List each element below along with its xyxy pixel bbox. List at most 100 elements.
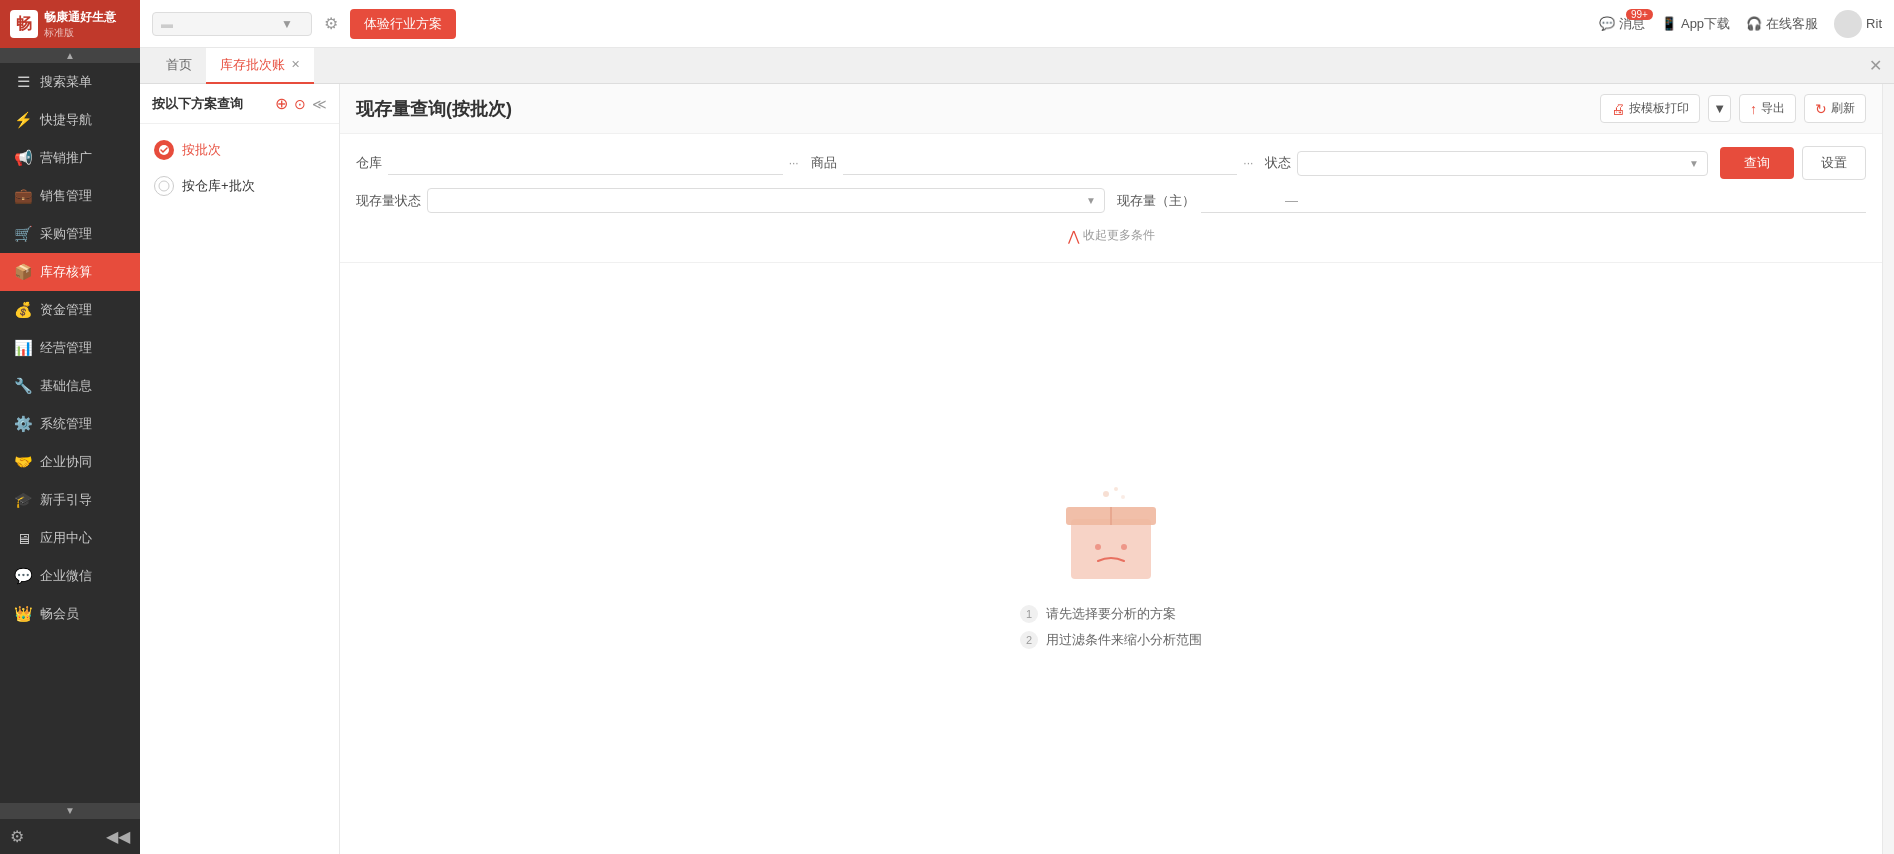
content-area: 按以下方案查询 ⊕ ⊙ ≪ 按批次 按仓库 — [140, 84, 1894, 854]
inventory-status-select[interactable] — [436, 193, 1086, 208]
sidebar-item-wechat[interactable]: 💬 企业微信 — [0, 557, 140, 595]
topbar: ▬ ▼ ⚙ 体验行业方案 💬 消息 99+ 📱 App下载 🎧 在线客服 Ri — [140, 0, 1894, 48]
status-select[interactable] — [1306, 156, 1689, 171]
filter-warehouse: 仓库 ··· — [356, 151, 799, 175]
sidebar-version: 标准版 — [44, 26, 116, 40]
sidebar-item-quicknav[interactable]: ⚡ 快捷导航 — [0, 101, 140, 139]
topbar-gear-icon[interactable]: ⚙ — [320, 10, 342, 37]
filter-inventory-qty: 现存量（主） — — [1117, 189, 1866, 213]
newuser-icon: 🎓 — [14, 491, 32, 509]
scheme-item-warehouse-batch[interactable]: 按仓库+批次 — [140, 168, 339, 204]
app-download-btn[interactable]: 📱 App下载 — [1661, 15, 1730, 33]
message-icon: 💬 — [1599, 16, 1615, 31]
operation-icon: 📊 — [14, 339, 32, 357]
inventory-qty-to[interactable] — [1302, 193, 1382, 208]
empty-steps: 1 请先选择要分析的方案 2 用过滤条件来缩小分析范围 — [1020, 605, 1202, 649]
message-btn[interactable]: 💬 消息 99+ — [1599, 15, 1645, 33]
sidebar-item-member[interactable]: 👑 畅会员 — [0, 595, 140, 633]
print-dropdown[interactable]: ▼ — [1708, 95, 1731, 122]
filter-inventory-status: 现存量状态 ▼ — [356, 188, 1105, 213]
headset-icon: 🎧 — [1746, 16, 1762, 31]
topbar-search-icon: ▬ — [161, 17, 173, 31]
close-tab-right-icon[interactable]: ✕ — [1869, 56, 1882, 75]
empty-illustration — [1051, 469, 1171, 589]
purchase-icon: 🛒 — [14, 225, 32, 243]
sidebar-item-basic[interactable]: 🔧 基础信息 — [0, 367, 140, 405]
sidebar-item-finance[interactable]: 💰 资金管理 — [0, 291, 140, 329]
sidebar-scroll-down[interactable]: ▼ — [0, 803, 140, 818]
online-service-btn[interactable]: 🎧 在线客服 — [1746, 15, 1818, 33]
trial-btn[interactable]: 体验行业方案 — [350, 9, 456, 39]
filter-status: 状态 ▼ — [1265, 151, 1708, 176]
sidebar-scroll-up[interactable]: ▲ — [0, 48, 140, 63]
topbar-search-area: ▬ ▼ — [152, 12, 312, 36]
main-area: ▬ ▼ ⚙ 体验行业方案 💬 消息 99+ 📱 App下载 🎧 在线客服 Ri — [140, 0, 1894, 854]
sidebar-item-search[interactable]: ☰ 搜索菜单 — [0, 63, 140, 101]
settings-icon[interactable]: ⚙ — [10, 827, 24, 846]
status-label: 状态 — [1265, 154, 1291, 172]
sidebar-item-operation[interactable]: 📊 经营管理 — [0, 329, 140, 367]
product-ellipsis[interactable]: ··· — [1243, 156, 1253, 170]
status-select-wrap: ▼ — [1297, 151, 1708, 176]
sidebar-item-label: 畅会员 — [40, 605, 79, 623]
add-scheme-icon[interactable]: ⊕ — [275, 94, 288, 113]
refresh-btn[interactable]: ↻ 刷新 — [1804, 94, 1866, 123]
user-menu[interactable]: Rit — [1834, 10, 1882, 38]
collapse-row[interactable]: ⋀ 收起更多条件 — [356, 221, 1866, 250]
print-btn[interactable]: 🖨 按模板打印 — [1600, 94, 1700, 123]
warehouse-ellipsis[interactable]: ··· — [789, 156, 799, 170]
tab-home[interactable]: 首页 — [152, 48, 206, 84]
sidebar-item-purchase[interactable]: 🛒 采购管理 — [0, 215, 140, 253]
tab-close-icon[interactable]: ✕ — [291, 58, 300, 71]
sidebar-item-system[interactable]: ⚙️ 系统管理 — [0, 405, 140, 443]
sidebar-item-inventory[interactable]: 📦 库存核算 — [0, 253, 140, 291]
filter-row-2: 现存量状态 ▼ 现存量（主） — — [356, 188, 1866, 213]
manage-scheme-icon[interactable]: ⊙ — [294, 96, 306, 112]
sidebar-item-collab[interactable]: 🤝 企业协同 — [0, 443, 140, 481]
inventory-status-select-wrap: ▼ — [427, 188, 1105, 213]
sidebar-item-label: 销售管理 — [40, 187, 92, 205]
collapse-left-icon[interactable]: ≪ — [312, 96, 327, 112]
scheme-item-batch[interactable]: 按批次 — [140, 132, 339, 168]
sidebar-item-label: 库存核算 — [40, 263, 92, 281]
scheme-inactive-icon — [154, 176, 174, 196]
inventory-status-label: 现存量状态 — [356, 192, 421, 210]
topbar-search-input[interactable] — [177, 17, 277, 31]
marketing-icon: 📢 — [14, 149, 32, 167]
warehouse-input[interactable] — [388, 151, 783, 175]
filter-product: 商品 ··· — [811, 151, 1254, 175]
collapse-sidebar-icon[interactable]: ◀◀ — [106, 827, 130, 846]
sidebar-item-label: 营销推广 — [40, 149, 92, 167]
sidebar-item-label: 基础信息 — [40, 377, 92, 395]
basic-icon: 🔧 — [14, 377, 32, 395]
inventory-qty-from[interactable] — [1201, 193, 1281, 208]
svg-point-9 — [1121, 495, 1125, 499]
export-btn[interactable]: ↑ 导出 — [1739, 94, 1796, 123]
sidebar-item-label: 应用中心 — [40, 529, 92, 547]
app-download-icon: 📱 — [1661, 16, 1677, 31]
sidebar-app-name: 畅康通好生意 — [44, 9, 116, 26]
left-panel-title: 按以下方案查询 — [152, 95, 243, 113]
sidebar-item-newuser[interactable]: 🎓 新手引导 — [0, 481, 140, 519]
print-icon: 🖨 — [1611, 101, 1625, 117]
username-label: Rit — [1866, 16, 1882, 31]
filter-btn-row: 查询 设置 — [1720, 146, 1866, 180]
page-titlebar: 现存量查询(按批次) 🖨 按模板打印 ▼ ↑ 导出 ↻ 刷新 — [340, 84, 1882, 134]
empty-step-1: 1 请先选择要分析的方案 — [1020, 605, 1202, 623]
scheme-warehouse-batch-label: 按仓库+批次 — [182, 177, 255, 195]
quicknav-icon: ⚡ — [14, 111, 32, 129]
empty-svg — [1051, 469, 1171, 589]
inventory-qty-dash: — — [1285, 193, 1298, 208]
topbar-dropdown-icon[interactable]: ▼ — [281, 17, 293, 31]
sidebar-item-marketing[interactable]: 📢 营销推广 — [0, 139, 140, 177]
sidebar-item-label: 快捷导航 — [40, 111, 92, 129]
sidebar-item-appcenter[interactable]: 🖥 应用中心 — [0, 519, 140, 557]
right-edge-scrollbar — [1882, 84, 1894, 854]
sidebar-item-sales[interactable]: 💼 销售管理 — [0, 177, 140, 215]
query-btn[interactable]: 查询 — [1720, 147, 1794, 179]
tab-batch-account[interactable]: 库存批次账 ✕ — [206, 48, 314, 84]
collapse-chevron-icon: ⋀ — [1068, 228, 1079, 244]
settings-btn[interactable]: 设置 — [1802, 146, 1866, 180]
inventory-qty-input: — — [1201, 189, 1866, 213]
product-input[interactable] — [843, 151, 1238, 175]
